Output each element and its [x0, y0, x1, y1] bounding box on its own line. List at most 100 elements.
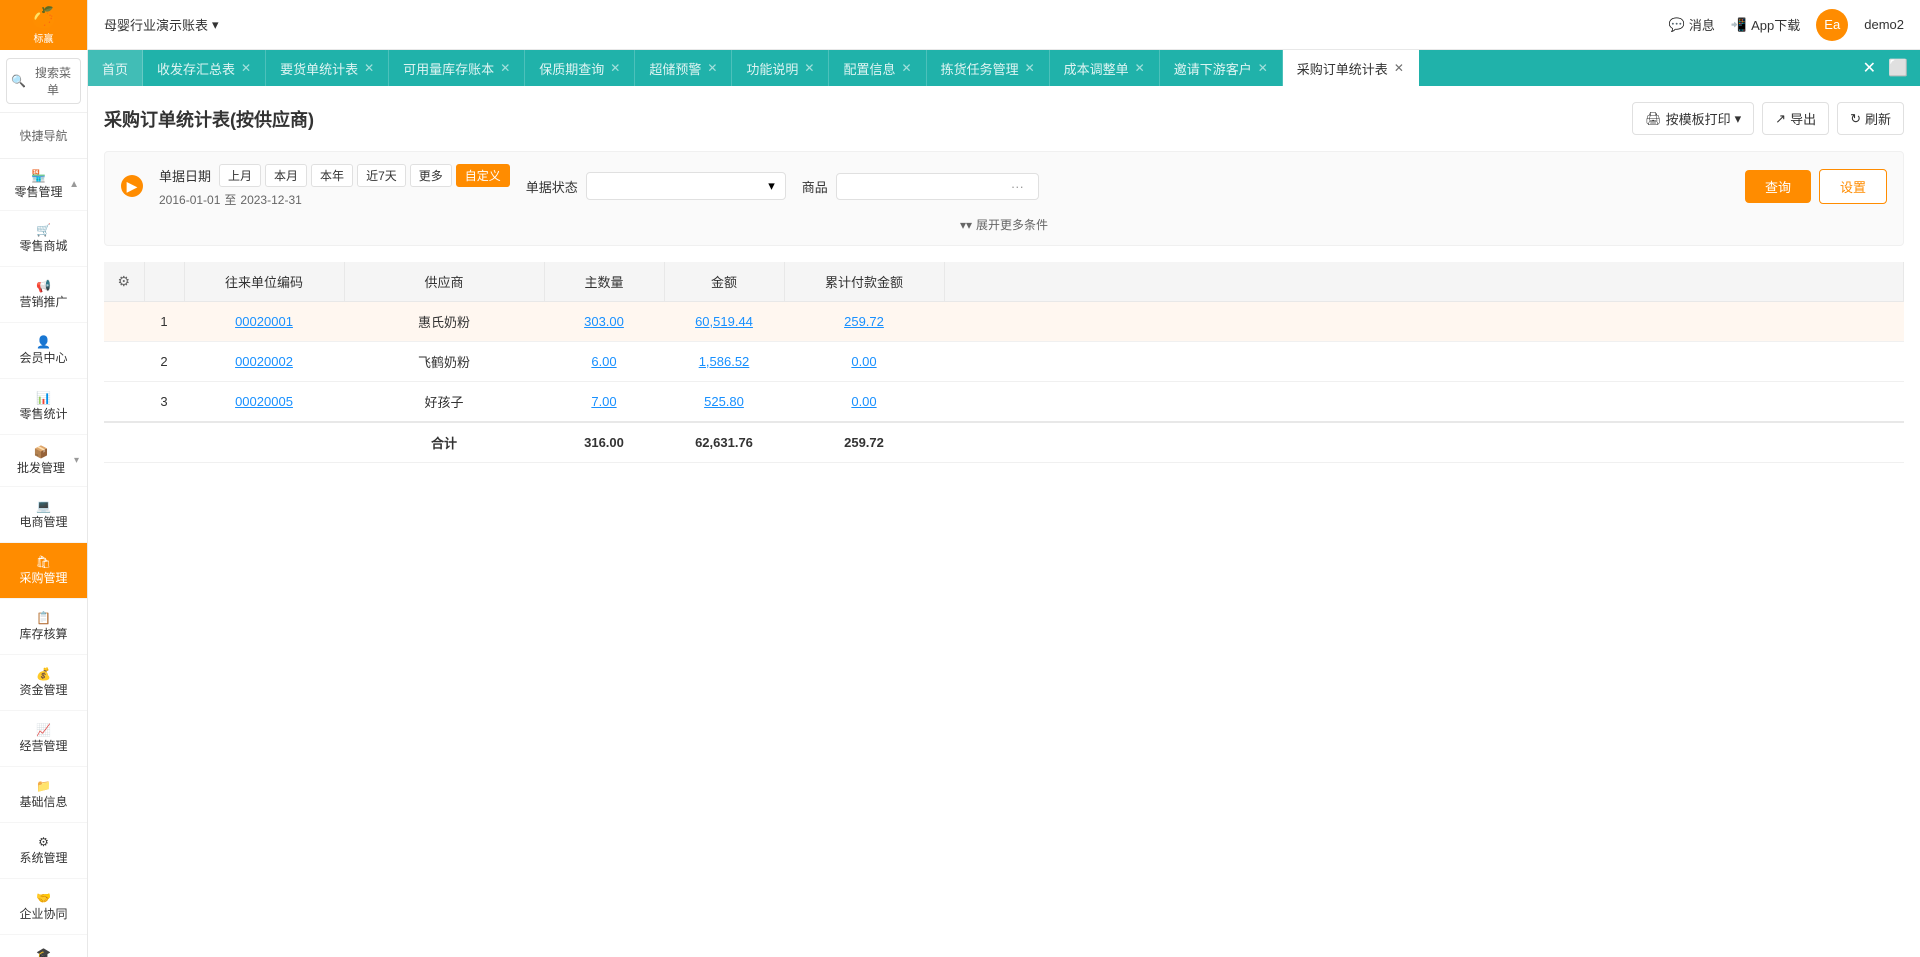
sidebar: 🍊 标赢 🔍 搜索菜单 快捷导航 🏪 零售管理 ▲ 🛒 零售商城	[0, 0, 88, 957]
workspace-label: 母婴行业演示账表	[104, 15, 208, 34]
sidebar-item-finance[interactable]: 💰 资金管理	[0, 655, 87, 711]
page-inner: 采购订单统计表(按供应商) 🖨 按模板打印 ▾ ↗ 导出 ↻	[88, 86, 1920, 957]
sidebar-item-basic[interactable]: 📁 基础信息	[0, 767, 87, 823]
quick-nav-button[interactable]: 快捷导航	[6, 121, 81, 150]
refresh-button[interactable]: ↻ 刷新	[1837, 102, 1904, 135]
tab-invite-close-icon[interactable]: ✕	[1258, 61, 1268, 75]
shortcut-this-year[interactable]: 本年	[311, 164, 353, 187]
finance-icon: 💰	[36, 667, 51, 681]
status-select[interactable]: ▾	[586, 172, 786, 200]
retail-mall-icon: 🛒	[36, 223, 51, 237]
tab-function[interactable]: 功能说明 ✕	[732, 50, 829, 86]
sidebar-item-system[interactable]: ⚙ 系统管理	[0, 823, 87, 879]
tab-collection[interactable]: 收发存汇总表 ✕	[143, 50, 266, 86]
message-button[interactable]: 💬 消息	[1669, 15, 1715, 34]
row1-quantity[interactable]: 303.00	[544, 302, 664, 342]
sidebar-item-retail-mall[interactable]: 🛒 零售商城	[0, 211, 87, 267]
tab-expiry-close-icon[interactable]: ✕	[610, 61, 620, 75]
tab-config[interactable]: 配置信息 ✕	[829, 50, 926, 86]
shortcut-more[interactable]: 更多	[410, 164, 452, 187]
sidebar-item-newbie[interactable]: 🎓 新手引导	[0, 935, 87, 957]
tab-overstock-close-icon[interactable]: ✕	[707, 61, 717, 75]
sidebar-item-purchase[interactable]: 🛍 采购管理	[0, 543, 87, 599]
user-avatar[interactable]: Ea	[1816, 9, 1848, 41]
query-button[interactable]: 查询	[1745, 170, 1811, 203]
basic-icon: 📁	[36, 779, 51, 793]
tab-purchase-stats-close-icon[interactable]: ✕	[1394, 61, 1404, 75]
expand-button[interactable]: ▾▾ 展开更多条件	[960, 216, 1048, 233]
tab-expiry[interactable]: 保质期查询 ✕	[525, 50, 635, 86]
search-menu-button[interactable]: 🔍 搜索菜单	[6, 58, 81, 104]
shortcut-last-month[interactable]: 上月	[219, 164, 261, 187]
top-bar: 母婴行业演示账表 ▾ 💬 消息 📲 App下载 Ea demo2	[88, 0, 1920, 50]
row3-amount[interactable]: 525.80	[664, 382, 784, 423]
row3-unit-code[interactable]: 00020005	[184, 382, 344, 423]
row2-paid[interactable]: 0.00	[784, 342, 944, 382]
sidebar-item-ecommerce[interactable]: 💻 电商管理	[0, 487, 87, 543]
tab-order-stats-close-icon[interactable]: ✕	[364, 61, 374, 75]
tab-overstock[interactable]: 超储预警 ✕	[635, 50, 732, 86]
tab-picking-close-icon[interactable]: ✕	[1025, 61, 1035, 75]
row1-unit-code[interactable]: 00020001	[184, 302, 344, 342]
row2-quantity[interactable]: 6.00	[544, 342, 664, 382]
row1-amount[interactable]: 60,519.44	[664, 302, 784, 342]
workspace-selector[interactable]: 母婴行业演示账表 ▾	[104, 15, 219, 34]
sidebar-item-wholesale[interactable]: 📦 批发管理 ▾	[0, 435, 87, 487]
shortcut-custom[interactable]: 自定义	[456, 164, 510, 187]
sidebar-item-retail-mgmt[interactable]: 🏪 零售管理 ▲	[0, 159, 87, 211]
shortcut-7days[interactable]: 近7天	[357, 164, 406, 187]
tab-picking[interactable]: 拣货任务管理 ✕	[927, 50, 1050, 86]
tab-cost-label: 成本调整单	[1064, 59, 1129, 78]
retail-stats-icon: 📊	[36, 391, 51, 405]
shortcut-this-month[interactable]: 本月	[265, 164, 307, 187]
table-footer-row: 合计 316.00 62,631.76 259.72	[104, 422, 1904, 463]
tab-purchase-stats[interactable]: 采购订单统计表 ✕	[1283, 50, 1419, 86]
sidebar-item-retail-stats[interactable]: 📊 零售统计	[0, 379, 87, 435]
app-download-button[interactable]: 📲 App下载	[1731, 15, 1800, 34]
tab-order-stats[interactable]: 要货单统计表 ✕	[266, 50, 389, 86]
date-filter-group: 单据日期 上月 本月 本年 近7天 更多 自定义	[159, 164, 510, 187]
row3-quantity[interactable]: 7.00	[544, 382, 664, 423]
filter-row: ▶ 单据日期 上月 本月 本年 近7天 更多 自定义	[121, 164, 1887, 208]
print-dropdown-icon: ▾	[1735, 111, 1742, 127]
table-settings-icon[interactable]: ⚙	[117, 273, 130, 289]
table-body: 1 00020001 惠氏奶粉 303.00 60,519.44 259.72 …	[104, 302, 1904, 423]
tab-cost[interactable]: 成本调整单 ✕	[1050, 50, 1160, 86]
row3-index: 3	[144, 382, 184, 423]
sidebar-item-label-purchase: 采购管理	[19, 569, 67, 586]
tab-invite[interactable]: 邀请下游客户 ✕	[1160, 50, 1283, 86]
filter-toggle-button[interactable]: ▶	[121, 175, 143, 197]
sidebar-item-inventory-check[interactable]: 📋 库存核算	[0, 599, 87, 655]
main-content: 母婴行业演示账表 ▾ 💬 消息 📲 App下载 Ea demo2	[88, 0, 1920, 957]
tab-close-all-button[interactable]: ✕	[1859, 54, 1880, 82]
tab-inventory-close-icon[interactable]: ✕	[500, 61, 510, 75]
app-logo[interactable]: 🍊 标赢	[0, 0, 87, 50]
sidebar-item-cooperation[interactable]: 🤝 企业协同	[0, 879, 87, 935]
sidebar-item-marketing[interactable]: 📢 营销推广	[0, 267, 87, 323]
goods-input[interactable]	[847, 179, 1007, 194]
date-filter-label: 单据日期	[159, 166, 211, 185]
tab-picking-label: 拣货任务管理	[941, 59, 1019, 78]
print-button[interactable]: 🖨 按模板打印 ▾	[1632, 102, 1754, 135]
sidebar-item-label-basic: 基础信息	[19, 793, 67, 810]
page-content: 采购订单统计表(按供应商) 🖨 按模板打印 ▾ ↗ 导出 ↻	[88, 86, 1920, 957]
row1-paid[interactable]: 259.72	[784, 302, 944, 342]
ecommerce-icon: 💻	[36, 499, 51, 513]
row3-paid[interactable]: 0.00	[784, 382, 944, 423]
sidebar-item-member[interactable]: 👤 会员中心	[0, 323, 87, 379]
row2-unit-code[interactable]: 00020002	[184, 342, 344, 382]
tab-home[interactable]: 首页	[88, 50, 143, 86]
settings-button[interactable]: 设置	[1819, 169, 1887, 204]
tab-function-close-icon[interactable]: ✕	[804, 61, 814, 75]
tab-collection-close-icon[interactable]: ✕	[241, 61, 251, 75]
export-button[interactable]: ↗ 导出	[1762, 102, 1829, 135]
tab-config-close-icon[interactable]: ✕	[902, 61, 912, 75]
goods-more-icon[interactable]: ···	[1007, 179, 1028, 194]
tab-inventory-label: 可用量库存账本	[403, 59, 494, 78]
tab-cost-close-icon[interactable]: ✕	[1135, 61, 1145, 75]
sidebar-item-operation[interactable]: 📈 经营管理	[0, 711, 87, 767]
row2-amount[interactable]: 1,586.52	[664, 342, 784, 382]
col-index-header	[144, 262, 184, 302]
tab-inventory[interactable]: 可用量库存账本 ✕	[389, 50, 525, 86]
tab-maximize-button[interactable]: ⬜	[1884, 54, 1912, 82]
